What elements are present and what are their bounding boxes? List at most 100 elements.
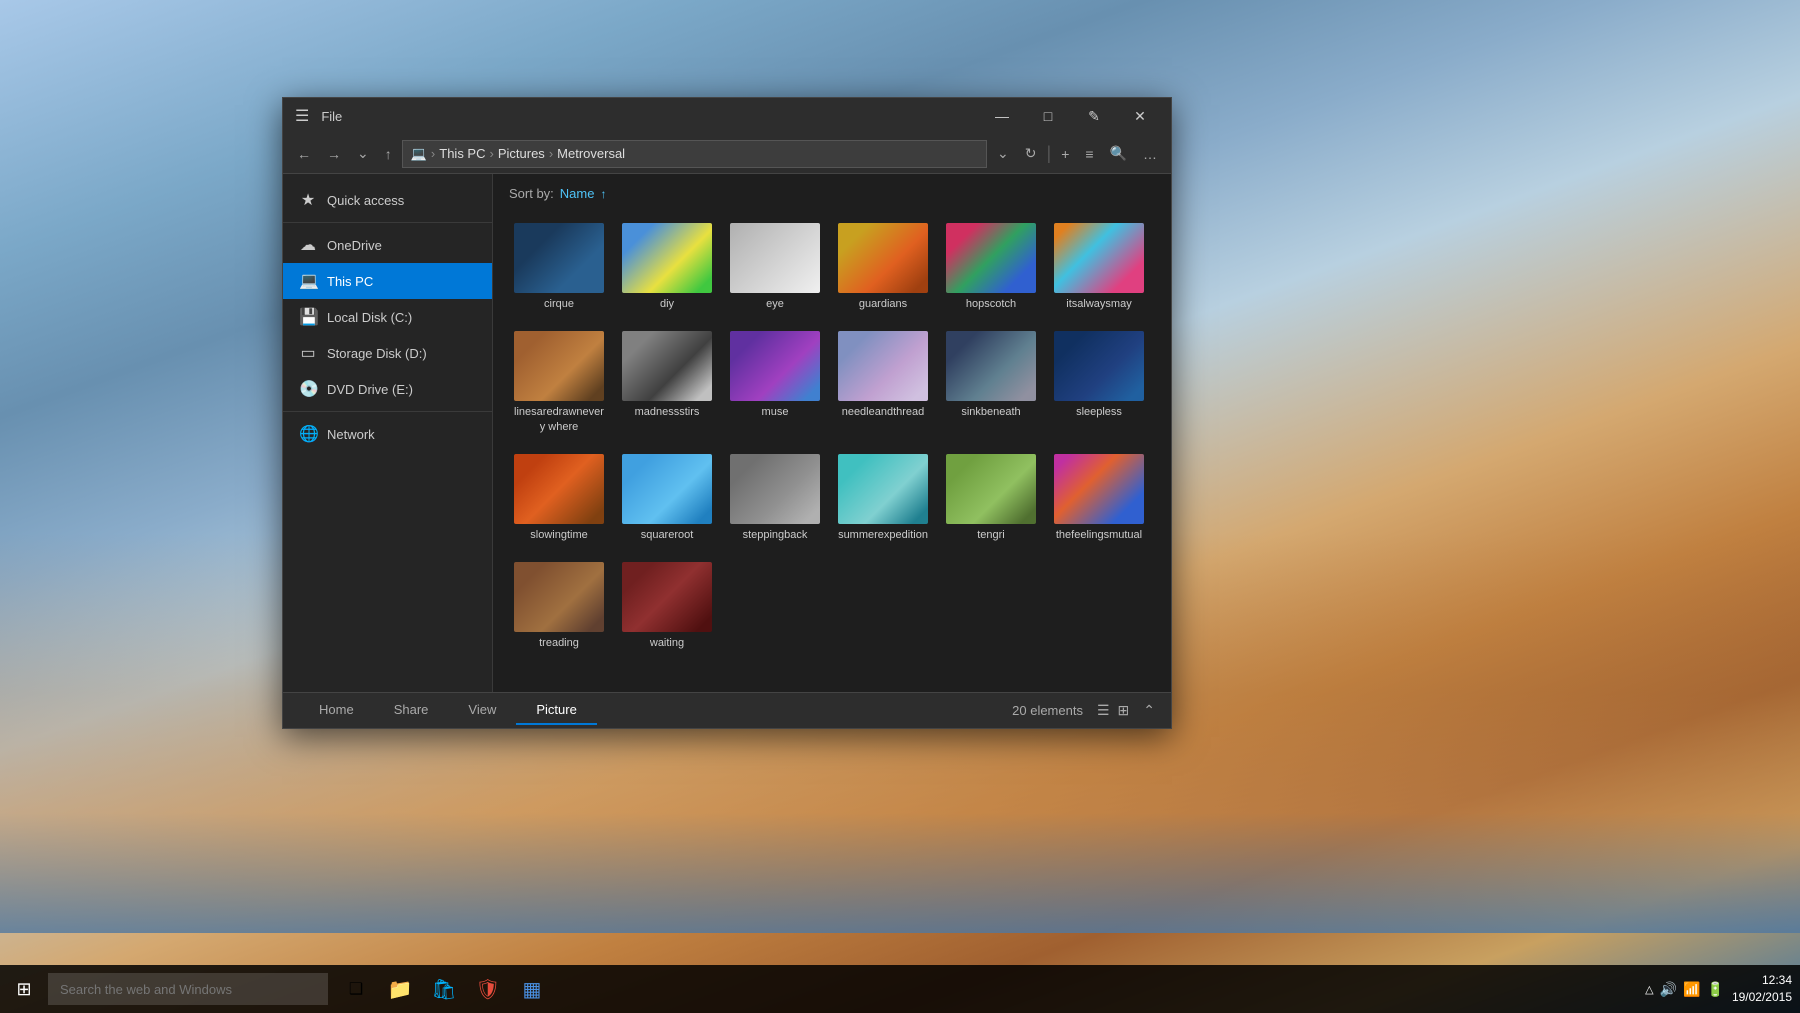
file-thumbnail-treading: [514, 562, 604, 632]
file-name-cirque: cirque: [544, 297, 574, 311]
path-metroversal[interactable]: Metroversal: [557, 146, 625, 161]
path-pictures[interactable]: Pictures: [498, 146, 545, 161]
apps-taskbar-button[interactable]: ▦: [512, 965, 552, 1013]
taskbar-right: △ 🔊 📶 🔋 12:34 19/02/2015: [1645, 972, 1800, 1006]
search-button[interactable]: 🔍: [1104, 141, 1133, 166]
list-view-icon[interactable]: ☰: [1095, 700, 1112, 721]
refresh-button[interactable]: ↻: [1019, 141, 1043, 166]
sidebar-item-network[interactable]: 🌐 Network: [283, 416, 492, 452]
file-name-guardians: guardians: [859, 297, 907, 311]
time-display: 12:34: [1732, 972, 1792, 989]
minimize-button[interactable]: —: [979, 98, 1025, 134]
sidebar-divider-1: [283, 222, 492, 223]
battery-icon[interactable]: 🔋: [1707, 981, 1724, 998]
file-explorer-taskbar-button[interactable]: 📁: [380, 965, 420, 1013]
sort-field[interactable]: Name: [560, 186, 595, 201]
file-item-muse[interactable]: muse: [725, 325, 825, 440]
file-thumbnail-itsalwaysmay: [1054, 223, 1144, 293]
file-thumbnail-slowingtime: [514, 454, 604, 524]
sidebar-item-label: Local Disk (C:): [327, 310, 412, 325]
file-item-needleandthread[interactable]: needleandthread: [833, 325, 933, 440]
sidebar-item-onedrive[interactable]: ☁ OneDrive: [283, 227, 492, 263]
start-button[interactable]: ⊞: [0, 965, 48, 1013]
path-this-pc[interactable]: This PC: [439, 146, 485, 161]
menu-icon[interactable]: ☰: [291, 102, 313, 130]
edit-button[interactable]: ✎: [1071, 98, 1117, 134]
tab-view[interactable]: View: [448, 696, 516, 725]
search-input[interactable]: [48, 973, 328, 1005]
view-toggle-icons: ☰ ⊞: [1095, 700, 1131, 721]
close-button[interactable]: ✕: [1117, 98, 1163, 134]
security-taskbar-button[interactable]: 🛡: [468, 965, 508, 1013]
file-item-itsalwaysmay[interactable]: itsalwaysmay: [1049, 217, 1149, 317]
expand-button[interactable]: ⌃: [1143, 702, 1155, 719]
file-item-treading[interactable]: treading: [509, 556, 609, 656]
file-item-diy[interactable]: diy: [617, 217, 717, 317]
taskbar-app-icons: ❑ 📁 🛍 🛡 ▦: [336, 965, 552, 1013]
sort-bar: Sort by: Name ↑: [509, 186, 1155, 201]
new-folder-button[interactable]: +: [1055, 142, 1075, 166]
file-item-slowingtime[interactable]: slowingtime: [509, 448, 609, 548]
forward-button[interactable]: →: [321, 142, 347, 166]
speaker-icon[interactable]: 🔊: [1660, 981, 1677, 998]
file-name-squareroot: squareroot: [641, 528, 694, 542]
maximize-button[interactable]: □: [1025, 98, 1071, 134]
path-dropdown-button[interactable]: ⌄: [991, 141, 1015, 166]
taskbar: ⊞ ❑ 📁 🛍 🛡 ▦ △ 🔊 📶 🔋: [0, 965, 1800, 1013]
file-thumbnail-linesaredrawnevery: [514, 331, 604, 401]
clock[interactable]: 12:34 19/02/2015: [1732, 972, 1792, 1006]
dropdown-button[interactable]: ⌄: [351, 141, 375, 166]
network-status-icon[interactable]: 📶: [1683, 981, 1700, 998]
up-button[interactable]: ↑: [379, 142, 398, 166]
file-item-squareroot[interactable]: squareroot: [617, 448, 717, 548]
sidebar-item-dvd-drive-e[interactable]: 💿 DVD Drive (E:): [283, 371, 492, 407]
back-button[interactable]: ←: [291, 142, 317, 166]
sidebar-item-label: DVD Drive (E:): [327, 382, 413, 397]
sort-direction-icon[interactable]: ↑: [600, 187, 606, 201]
file-item-sinkbeneath[interactable]: sinkbeneath: [941, 325, 1041, 440]
file-item-steppingback[interactable]: steppingback: [725, 448, 825, 548]
file-thumbnail-sleepless: [1054, 331, 1144, 401]
sidebar-item-label: OneDrive: [327, 238, 382, 253]
address-path[interactable]: 💻 › This PC › Pictures › Metroversal: [402, 140, 987, 168]
view-options-button[interactable]: ≡: [1079, 142, 1099, 166]
notification-chevron-icon[interactable]: △: [1645, 983, 1653, 996]
file-item-summerexpedition[interactable]: summerexpedition: [833, 448, 933, 548]
window-title: File: [321, 109, 979, 124]
file-item-cirque[interactable]: cirque: [509, 217, 609, 317]
file-item-madnessstirs[interactable]: madnessstirs: [617, 325, 717, 440]
task-view-button[interactable]: ❑: [336, 965, 376, 1013]
start-icon: ⊞: [16, 979, 31, 1000]
notification-icons: △ 🔊 📶 🔋: [1645, 981, 1724, 998]
file-name-itsalwaysmay: itsalwaysmay: [1066, 297, 1131, 311]
tab-home[interactable]: Home: [299, 696, 374, 725]
file-name-muse: muse: [762, 405, 789, 419]
sort-label: Sort by:: [509, 186, 554, 201]
file-thumbnail-guardians: [838, 223, 928, 293]
store-taskbar-button[interactable]: 🛍: [424, 965, 464, 1013]
file-item-eye[interactable]: eye: [725, 217, 825, 317]
file-name-eye: eye: [766, 297, 784, 311]
file-item-sleepless[interactable]: sleepless: [1049, 325, 1149, 440]
file-name-sinkbeneath: sinkbeneath: [961, 405, 1020, 419]
date-display: 19/02/2015: [1732, 989, 1792, 1006]
dvd-drive-e-icon: 💿: [299, 379, 317, 399]
network-icon: 🌐: [299, 424, 317, 444]
statusbar-tabs: Home Share View Picture: [299, 696, 1012, 725]
file-item-hopscotch[interactable]: hopscotch: [941, 217, 1041, 317]
more-options-button[interactable]: …: [1137, 142, 1163, 166]
file-item-linesaredrawnevery[interactable]: linesaredrawnevery where: [509, 325, 609, 440]
sidebar-item-local-disk-c[interactable]: 💾 Local Disk (C:): [283, 299, 492, 335]
file-item-thefeelingsmutual[interactable]: thefeelingsmutual: [1049, 448, 1149, 548]
file-item-guardians[interactable]: guardians: [833, 217, 933, 317]
file-item-waiting[interactable]: waiting: [617, 556, 717, 656]
tab-share[interactable]: Share: [374, 696, 449, 725]
tab-picture[interactable]: Picture: [516, 696, 596, 725]
file-thumbnail-sinkbeneath: [946, 331, 1036, 401]
sidebar-item-storage-disk-d[interactable]: ▭ Storage Disk (D:): [283, 335, 492, 371]
sidebar-item-quick-access[interactable]: ★ Quick access: [283, 182, 492, 218]
file-item-tengri[interactable]: tengri: [941, 448, 1041, 548]
separator: |: [1047, 143, 1052, 164]
grid-view-icon[interactable]: ⊞: [1116, 700, 1132, 721]
sidebar-item-this-pc[interactable]: 💻 This PC: [283, 263, 492, 299]
